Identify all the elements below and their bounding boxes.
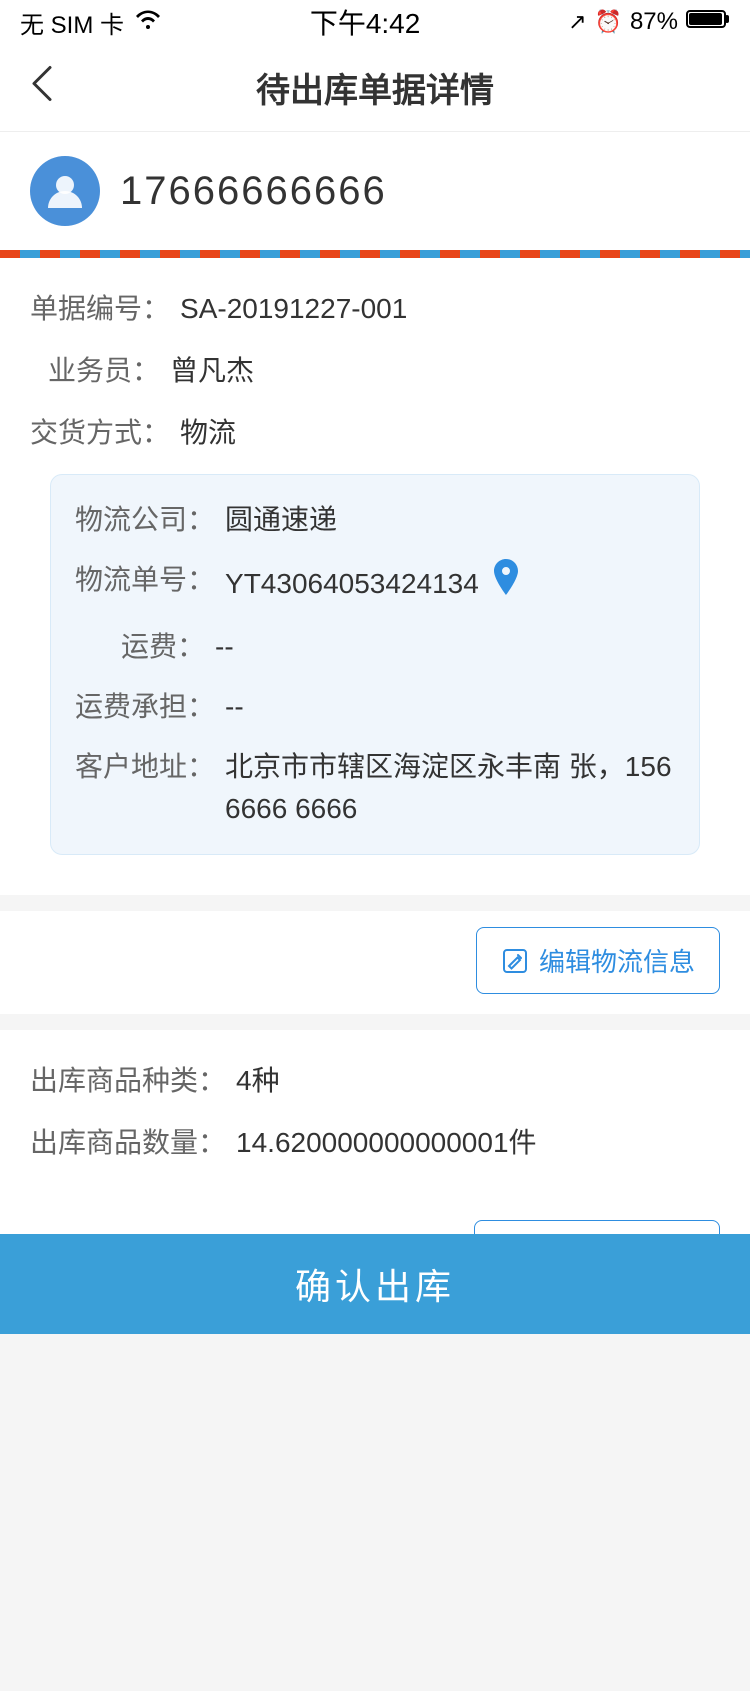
- bottom-padding: [0, 1591, 750, 1691]
- page-title: 待出库单据详情: [256, 63, 494, 112]
- order-info-section: 单据编号： SA-20191227-001 业务员： 曾凡杰 交货方式： 物流 …: [0, 258, 750, 895]
- salesperson-value: 曾凡杰: [170, 350, 720, 392]
- carrier-label: 无 SIM 卡: [20, 5, 124, 40]
- map-pin-icon[interactable]: [491, 559, 521, 608]
- user-phone: 17666666666: [120, 169, 387, 214]
- freight-value: --: [215, 626, 675, 668]
- delivery-row: 交货方式： 物流: [30, 412, 720, 454]
- freight-label: 运费：: [75, 626, 215, 668]
- edit-btn-wrapper: 编辑物流信息: [0, 911, 750, 1014]
- dashed-divider: [0, 250, 750, 258]
- freight-row: 运费： --: [75, 626, 675, 668]
- battery-label: 87%: [630, 8, 678, 36]
- edit-logistics-label: 编辑物流信息: [539, 942, 695, 979]
- address-label: 客户地址：: [75, 746, 225, 788]
- logistics-company-value: 圆通速递: [225, 499, 675, 541]
- product-quantity-label: 出库商品数量：: [30, 1122, 236, 1164]
- address-value: 北京市市辖区海淀区永丰南 张，156 6666 6666: [225, 746, 675, 830]
- salesperson-label: 业务员：: [30, 350, 170, 392]
- product-type-row: 出库商品种类： 4种: [30, 1060, 720, 1102]
- product-type-value: 4种: [236, 1060, 720, 1102]
- wifi-icon: [134, 8, 162, 36]
- user-section: 17666666666: [0, 132, 750, 250]
- order-number-value: SA-20191227-001: [180, 288, 720, 330]
- logistics-company-row: 物流公司： 圆通速递: [75, 499, 675, 541]
- product-section: 出库商品种类： 4种 出库商品数量： 14.620000000000001件: [0, 1030, 750, 1204]
- confirm-button-label: 确认出库: [295, 1258, 455, 1310]
- edit-logistics-button[interactable]: 编辑物流信息: [476, 927, 720, 994]
- back-button[interactable]: [30, 63, 54, 112]
- battery-icon: [686, 8, 730, 37]
- gray-divider-1: [0, 1014, 750, 1030]
- confirm-button[interactable]: 确认出库: [0, 1234, 750, 1334]
- delivery-label: 交货方式：: [30, 412, 180, 454]
- freight-bearer-row: 运费承担： --: [75, 686, 675, 728]
- status-bar: 无 SIM 卡 下午4:42 ↗ ⏰ 87%: [0, 0, 750, 44]
- product-quantity-value: 14.620000000000001件: [236, 1122, 720, 1164]
- logistics-tracking-value: YT43064053424134: [225, 559, 675, 608]
- nav-bar: 待出库单据详情: [0, 44, 750, 132]
- status-left: 无 SIM 卡: [20, 5, 162, 40]
- logistics-tracking-label: 物流单号：: [75, 559, 225, 601]
- freight-bearer-value: --: [225, 686, 675, 728]
- page-content: 17666666666 单据编号： SA-20191227-001 业务员： 曾…: [0, 132, 750, 1691]
- product-type-label: 出库商品种类：: [30, 1060, 236, 1102]
- delivery-value: 物流: [180, 412, 720, 454]
- page-spacer: [0, 1311, 750, 1591]
- order-number-row: 单据编号： SA-20191227-001: [30, 288, 720, 330]
- alarm-icon: ⏰: [595, 9, 622, 35]
- salesperson-row: 业务员： 曾凡杰: [30, 350, 720, 392]
- location-status-icon: ↗: [568, 9, 586, 35]
- avatar: [30, 156, 100, 226]
- logistics-tracking-row: 物流单号： YT43064053424134: [75, 559, 675, 608]
- product-quantity-row: 出库商品数量： 14.620000000000001件: [30, 1122, 720, 1164]
- status-time: 下午4:42: [310, 2, 421, 42]
- address-row: 客户地址： 北京市市辖区海淀区永丰南 张，156 6666 6666: [75, 746, 675, 830]
- freight-bearer-label: 运费承担：: [75, 686, 225, 728]
- status-right: ↗ ⏰ 87%: [568, 8, 730, 37]
- order-number-label: 单据编号：: [30, 288, 180, 330]
- logistics-card: 物流公司： 圆通速递 物流单号： YT43064053424134 运费： --: [50, 474, 700, 855]
- logistics-company-label: 物流公司：: [75, 499, 225, 541]
